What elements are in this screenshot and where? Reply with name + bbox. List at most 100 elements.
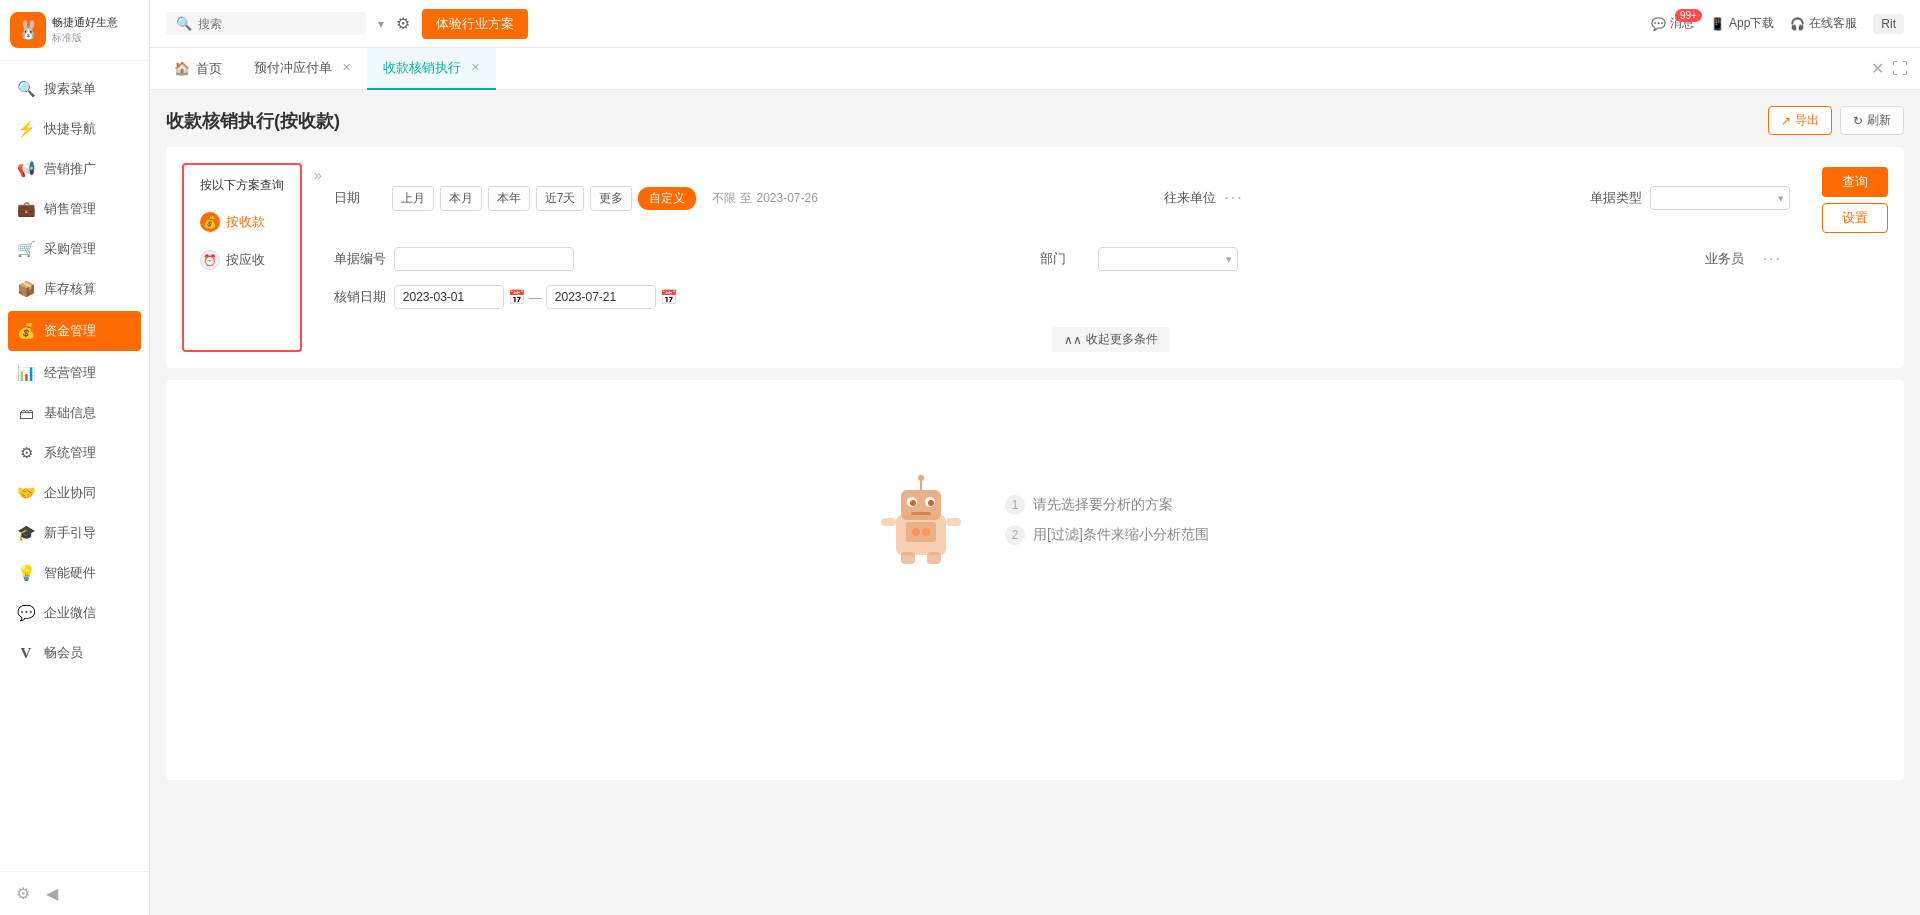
empty-state: 1 请先选择要分析的方案 2 用[过滤]条件来缩小分析范围 xyxy=(166,380,1904,660)
svg-rect-6 xyxy=(911,512,931,515)
service-label: 在线客服 xyxy=(1809,15,1857,32)
dept-select[interactable] xyxy=(1098,247,1238,271)
sidebar-logo: 🐰 畅捷通好生意 标准版 xyxy=(0,0,149,61)
sidebar-item-quicknav[interactable]: ⚡ 快捷导航 xyxy=(0,109,149,149)
user-avatar[interactable]: Rit xyxy=(1873,14,1904,34)
message-icon: 💬 xyxy=(1651,17,1666,31)
tip-text-1: 请先选择要分析的方案 xyxy=(1033,496,1173,514)
collapse-up-icon: ∧∧ xyxy=(1064,333,1082,347)
svg-rect-1 xyxy=(901,490,941,520)
sidebar-item-enterprise[interactable]: 🤝 企业协同 xyxy=(0,473,149,513)
tab-collection-close-icon[interactable]: ✕ xyxy=(471,61,480,74)
quicknav-icon: ⚡ xyxy=(16,119,36,139)
topbar-search-box[interactable]: 🔍 xyxy=(166,12,366,35)
marketing-icon: 📢 xyxy=(16,159,36,179)
verify-date-end-cal-icon[interactable]: 📅 xyxy=(660,289,677,305)
sidebar-item-system[interactable]: ⚙ 系统管理 xyxy=(0,433,149,473)
fullscreen-button[interactable]: ⛶ xyxy=(1892,59,1908,78)
sidebar-item-finance[interactable]: 💰 资金管理 xyxy=(8,311,141,351)
empty-robot-illustration xyxy=(861,460,981,580)
tabbar: 🏠 首页 预付冲应付单 ✕ 收款核销执行 ✕ ✕ ⛶ xyxy=(150,48,1920,90)
sidebar-item-wechat[interactable]: 💬 企业微信 xyxy=(0,593,149,633)
topbar-right: 💬 消息 99+ 📱 App下载 🎧 在线客服 Rit xyxy=(1651,14,1904,34)
sidebar-item-operation[interactable]: 📊 经营管理 xyxy=(0,353,149,393)
tab-prepay-close-icon[interactable]: ✕ xyxy=(342,61,351,74)
tab-collection[interactable]: 收款核销执行 ✕ xyxy=(367,48,496,90)
sales-icon: 💼 xyxy=(16,199,36,219)
filter-fields: 日期 上月 本月 本年 近7天 更多 自定义 不限 至 2023 xyxy=(334,163,1888,352)
filter-docno-field: 单据编号 xyxy=(334,247,574,271)
sidebar-item-purchase[interactable]: 🛒 采购管理 xyxy=(0,229,149,269)
tab-home[interactable]: 🏠 首页 xyxy=(158,48,238,90)
refresh-label: 刷新 xyxy=(1867,112,1891,129)
date-btn-custom[interactable]: 自定义 xyxy=(638,187,696,210)
solution-button[interactable]: 体验行业方案 xyxy=(422,9,528,39)
filter-scheme-title: 按以下方案查询 xyxy=(200,177,284,194)
sidebar-item-basic[interactable]: 🗃 基础信息 xyxy=(0,393,149,433)
date-btn-this-month[interactable]: 本月 xyxy=(440,186,482,211)
verify-date-range: 📅 — 📅 xyxy=(394,285,677,309)
message-button[interactable]: 💬 消息 99+ xyxy=(1651,15,1694,32)
topbar: 🔍 ▾ ⚙ 体验行业方案 💬 消息 99+ 📱 App下载 🎧 在线客服 Rit xyxy=(150,0,1920,48)
docno-input[interactable] xyxy=(394,247,574,271)
page-actions: ↗ 导出 ↻ 刷新 xyxy=(1768,106,1904,135)
verify-date-label: 核销日期 xyxy=(334,288,386,306)
finance-icon: 💰 xyxy=(16,321,36,341)
setting-button[interactable]: 设置 xyxy=(1822,203,1888,233)
sidebar-label-inventory: 库存核算 xyxy=(44,280,96,298)
sidebar-item-marketing[interactable]: 📢 营销推广 xyxy=(0,149,149,189)
sidebar: 🐰 畅捷通好生意 标准版 🔍 搜索菜单 ⚡ 快捷导航 📢 营销推广 💼 销售管理… xyxy=(0,0,150,915)
tab-prepay[interactable]: 预付冲应付单 ✕ xyxy=(238,48,367,90)
date-btn-last-7[interactable]: 近7天 xyxy=(536,186,585,211)
sidebar-label-finance: 资金管理 xyxy=(44,322,96,340)
receivable-option-icon: ⏰ xyxy=(200,250,220,270)
filter-option-by-receivable[interactable]: ⏰ 按应收 xyxy=(200,246,284,274)
scheme-collapse-icon[interactable]: » xyxy=(314,167,322,183)
partner-select-dots[interactable]: ··· xyxy=(1224,189,1243,207)
refresh-button[interactable]: ↻ 刷新 xyxy=(1840,106,1904,135)
topbar-gear-icon[interactable]: ⚙ xyxy=(396,14,410,33)
verify-date-end-input[interactable] xyxy=(546,285,656,309)
filter-dept-field: 部门 xyxy=(1040,247,1238,271)
search-chevron-icon[interactable]: ▾ xyxy=(378,17,384,31)
sidebar-item-member[interactable]: V 畅会员 xyxy=(0,633,149,673)
settings-bottom-icon[interactable]: ⚙ xyxy=(16,884,30,903)
sidebar-label-hardware: 智能硬件 xyxy=(44,564,96,582)
date-label: 日期 xyxy=(334,189,384,207)
sidebar-label-quicknav: 快捷导航 xyxy=(44,120,96,138)
search-icon: 🔍 xyxy=(176,16,192,31)
app-icon: 📱 xyxy=(1710,17,1725,31)
filter-option-by-receipt[interactable]: 💰 按收款 xyxy=(200,208,284,236)
customer-service-button[interactable]: 🎧 在线客服 xyxy=(1790,15,1857,32)
filter-partner-field: 往来单位 ··· xyxy=(1164,189,1243,207)
svg-point-15 xyxy=(922,528,930,536)
verify-date-start-cal-icon[interactable]: 📅 xyxy=(508,289,525,305)
export-button[interactable]: ↗ 导出 xyxy=(1768,106,1832,135)
date-btn-this-year[interactable]: 本年 xyxy=(488,186,530,211)
query-button[interactable]: 查询 xyxy=(1822,167,1888,197)
close-tab-button[interactable]: ✕ xyxy=(1871,59,1884,78)
collapse-more-button[interactable]: ∧∧ 收起更多条件 xyxy=(1052,327,1170,352)
svg-rect-13 xyxy=(906,522,936,542)
staff-select-dots[interactable]: ··· xyxy=(1763,250,1782,268)
dept-select-wrap xyxy=(1098,247,1238,271)
sidebar-label-member: 畅会员 xyxy=(44,644,83,662)
sidebar-item-search[interactable]: 🔍 搜索菜单 xyxy=(0,69,149,109)
sidebar-item-guide[interactable]: 🎓 新手引导 xyxy=(0,513,149,553)
sidebar-item-hardware[interactable]: 💡 智能硬件 xyxy=(0,553,149,593)
svg-point-8 xyxy=(918,475,924,481)
app-download-button[interactable]: 📱 App下载 xyxy=(1710,15,1774,32)
message-badge: 99+ xyxy=(1675,9,1702,22)
sidebar-item-sales[interactable]: 💼 销售管理 xyxy=(0,189,149,229)
search-input[interactable] xyxy=(198,17,348,31)
collapse-sidebar-icon[interactable]: ◀ xyxy=(46,884,58,903)
logo-icon: 🐰 xyxy=(10,12,46,48)
sidebar-item-inventory[interactable]: 📦 库存核算 xyxy=(0,269,149,309)
filter-doctype-field: 单据类型 xyxy=(1590,186,1790,210)
date-btn-last-month[interactable]: 上月 xyxy=(392,186,434,211)
query-actions: 查询 设置 xyxy=(1822,167,1888,233)
page-title: 收款核销执行(按收款) xyxy=(166,109,340,133)
doctype-select[interactable] xyxy=(1650,186,1790,210)
verify-date-start-input[interactable] xyxy=(394,285,504,309)
date-btn-more[interactable]: 更多 xyxy=(590,186,632,211)
